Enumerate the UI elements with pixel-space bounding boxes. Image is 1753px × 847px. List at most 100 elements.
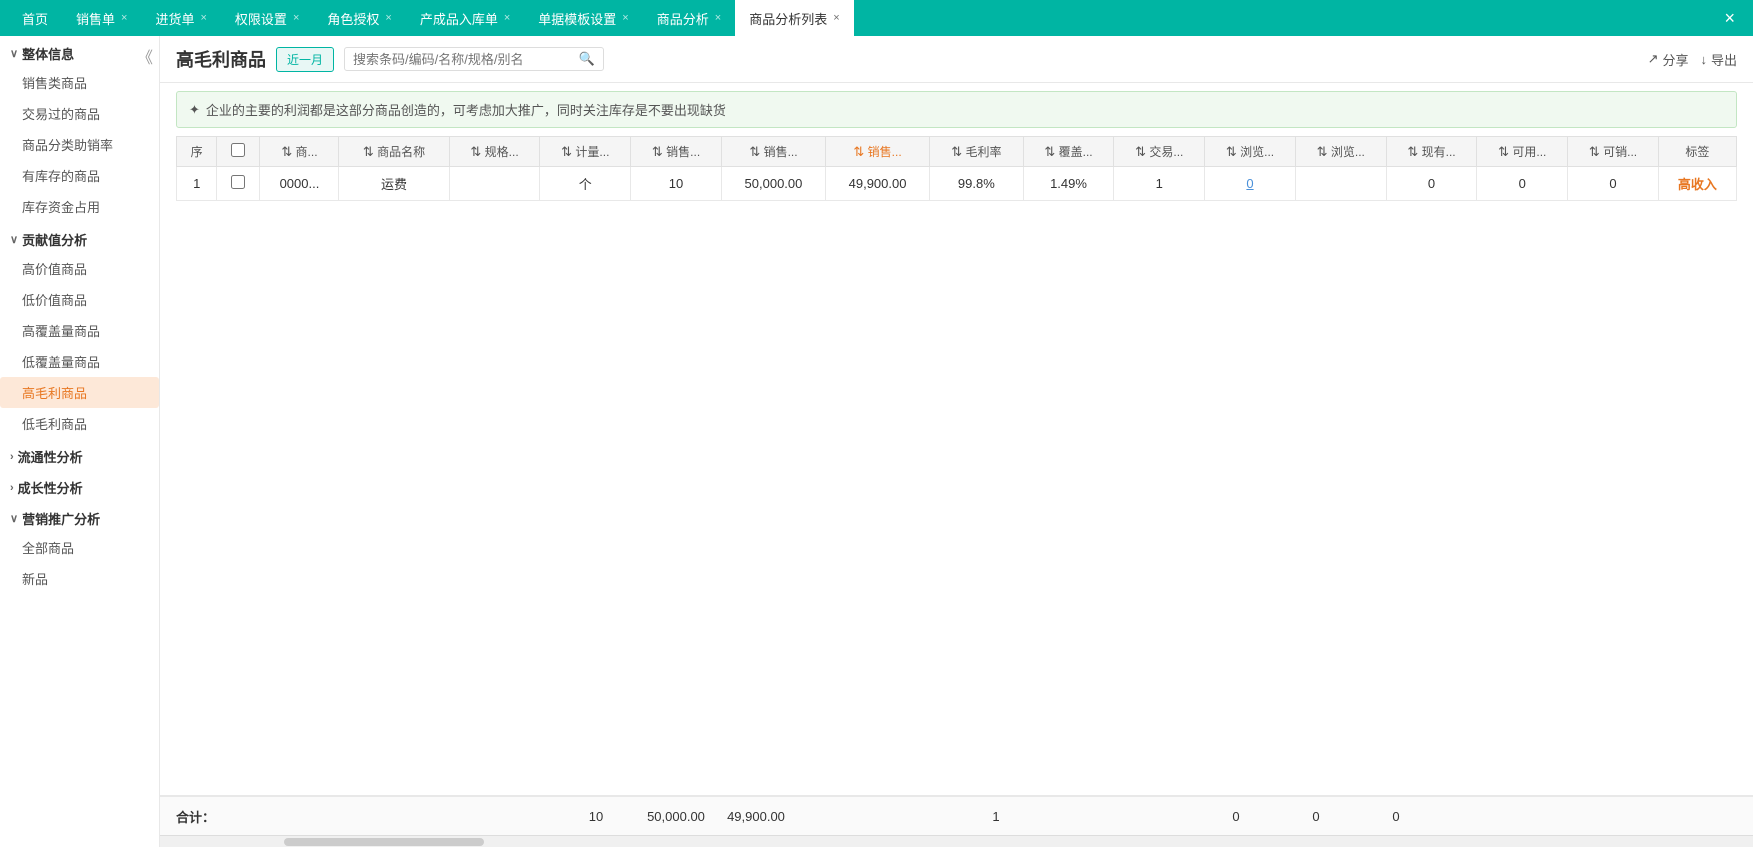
col-sort-qty-icon: ⇅ — [652, 144, 663, 159]
arrow-marketing: ∨ — [10, 512, 18, 525]
col-sort-view2-icon: ⇅ — [1317, 144, 1328, 159]
cell-view1[interactable]: 0 — [1205, 167, 1296, 201]
sidebar-item-low-margin[interactable]: 低毛利商品 — [0, 408, 159, 439]
select-all-checkbox[interactable] — [231, 143, 245, 157]
nav-roles[interactable]: 角色授权 × — [313, 0, 405, 36]
cell-sales-qty: 10 — [631, 167, 722, 201]
col-header-unit[interactable]: ⇅ 计量... — [540, 137, 631, 167]
footer-cells: 10 50,000.00 49,900.00 1 0 0 0 — [236, 809, 1737, 824]
col-header-stock-saleable[interactable]: ⇅ 可销... — [1568, 137, 1659, 167]
sidebar-item-stock-goods[interactable]: 有库存的商品 — [0, 160, 159, 191]
nav-product-analysis-list[interactable]: 商品分析列表 × — [735, 0, 853, 36]
content-area: 高毛利商品 近一月 🔍 ↗ 分享 ↓ 导出 ✦ 企业的主要的利润都是这部分商品创… — [160, 36, 1753, 847]
info-icon: ✦ — [189, 102, 200, 118]
col-header-coverage[interactable]: ⇅ 覆盖... — [1023, 137, 1114, 167]
close-all-tabs-button[interactable]: × — [1714, 8, 1745, 29]
col-header-spec[interactable]: ⇅ 规格... — [449, 137, 540, 167]
footer-sales-amount: 50,000.00 — [636, 809, 716, 824]
close-product-analysis-tab[interactable]: × — [715, 12, 721, 24]
sidebar-item-category-rate[interactable]: 商品分类助销率 — [0, 129, 159, 160]
close-template-tab[interactable]: × — [622, 12, 628, 24]
col-header-sales-profit[interactable]: ⇅ 销售... — [826, 137, 930, 167]
footer-coverage — [876, 809, 956, 824]
share-button[interactable]: ↗ 分享 — [1648, 50, 1689, 69]
sidebar-collapse-button[interactable]: 《 — [137, 44, 153, 68]
col-sort-spec-icon: ⇅ — [470, 144, 481, 159]
close-sales-tab[interactable]: × — [121, 12, 127, 24]
sidebar-item-high-margin[interactable]: 高毛利商品 — [0, 377, 159, 408]
cell-sales-profit: 49,900.00 — [826, 167, 930, 201]
export-icon: ↓ — [1700, 52, 1707, 67]
scrollbar-thumb[interactable] — [284, 838, 484, 846]
arrow-contribution: ∨ — [10, 233, 18, 246]
sidebar-item-traded-goods[interactable]: 交易过的商品 — [0, 98, 159, 129]
info-bar: ✦ 企业的主要的利润都是这部分商品创造的，可考虑加大推广，同时关注库存是不要出现… — [176, 91, 1737, 128]
nav-permissions[interactable]: 权限设置 × — [221, 0, 313, 36]
close-permissions-tab[interactable]: × — [293, 12, 299, 24]
search-input[interactable] — [353, 52, 579, 67]
sidebar-item-low-coverage[interactable]: 低覆盖量商品 — [0, 346, 159, 377]
sidebar-group-marketing[interactable]: ∨ 营销推广分析 — [0, 501, 159, 532]
arrow-growth: › — [10, 482, 14, 494]
col-header-sales-amount[interactable]: ⇅ 销售... — [721, 137, 825, 167]
nav-purchase[interactable]: 进货单 × — [141, 0, 220, 36]
sidebar-item-high-value[interactable]: 高价值商品 — [0, 253, 159, 284]
cell-margin-rate: 99.8% — [930, 167, 1024, 201]
bottom-scrollbar[interactable] — [160, 835, 1753, 847]
close-product-analysis-list-tab[interactable]: × — [833, 12, 839, 24]
col-header-margin[interactable]: ⇅ 毛利率 — [930, 137, 1024, 167]
col-sort-amount-icon: ⇅ — [749, 144, 760, 159]
footer-row: 合计： 10 50,000.00 49,900.00 1 0 0 0 — [160, 795, 1753, 835]
footer-margin — [796, 809, 876, 824]
view1-link[interactable]: 0 — [1246, 176, 1253, 191]
col-header-view2[interactable]: ⇅ 浏览... — [1295, 137, 1386, 167]
nav-template[interactable]: 单据模板设置 × — [524, 0, 642, 36]
footer-spacer1 — [236, 809, 316, 824]
filter-recent-month-button[interactable]: 近一月 — [276, 47, 334, 72]
close-roles-tab[interactable]: × — [385, 12, 391, 24]
col-sort-sale-icon: ⇅ — [1589, 144, 1600, 159]
row-checkbox[interactable] — [231, 175, 245, 189]
sidebar-item-stock-capital[interactable]: 库存资金占用 — [0, 191, 159, 222]
col-header-name[interactable]: ⇅ 商品名称 — [339, 137, 449, 167]
col-sort-unit-icon: ⇅ — [561, 144, 572, 159]
export-button[interactable]: ↓ 导出 — [1700, 50, 1737, 69]
sidebar-item-high-coverage[interactable]: 高覆盖量商品 — [0, 315, 159, 346]
footer-transaction: 1 — [956, 809, 1036, 824]
cell-check[interactable] — [217, 167, 260, 201]
cell-unit: 个 — [540, 167, 631, 201]
sidebar-item-new-goods[interactable]: 新品 — [0, 563, 159, 594]
cell-coverage: 1.49% — [1023, 167, 1114, 201]
search-icon[interactable]: 🔍 — [579, 51, 595, 67]
sidebar-item-sales-goods[interactable]: 销售类商品 — [0, 67, 159, 98]
close-product-entry-tab[interactable]: × — [504, 12, 510, 24]
nav-product-analysis[interactable]: 商品分析 × — [643, 0, 735, 36]
footer-view2 — [1116, 809, 1196, 824]
close-purchase-tab[interactable]: × — [200, 12, 206, 24]
sidebar-group-growth[interactable]: › 成长性分析 — [0, 470, 159, 501]
footer-sales-profit: 49,900.00 — [716, 809, 796, 824]
table-wrapper[interactable]: 序 ⇅ 商... ⇅ 商品名称 ⇅ 规格... — [160, 136, 1753, 795]
sidebar-item-all-goods[interactable]: 全部商品 — [0, 532, 159, 563]
sidebar-group-overall[interactable]: ∨ 整体信息 — [0, 36, 159, 67]
col-header-stock-current[interactable]: ⇅ 现有... — [1386, 137, 1477, 167]
nav-home[interactable]: 首页 — [8, 0, 62, 36]
col-header-view1[interactable]: ⇅ 浏览... — [1205, 137, 1296, 167]
col-sort-icon: ⇅ — [281, 144, 292, 159]
sidebar-group-liquidity[interactable]: › 流通性分析 — [0, 439, 159, 470]
col-header-code[interactable]: ⇅ 商... — [260, 137, 339, 167]
sidebar-group-contribution[interactable]: ∨ 贡献值分析 — [0, 222, 159, 253]
cell-index: 1 — [177, 167, 217, 201]
col-header-transaction[interactable]: ⇅ 交易... — [1114, 137, 1205, 167]
footer-sales-qty: 10 — [556, 809, 636, 824]
top-nav: 首页 销售单 × 进货单 × 权限设置 × 角色授权 × 产成品入库单 × 单据… — [0, 0, 1753, 36]
cell-code: 0000... — [260, 167, 339, 201]
footer-stock-current: 0 — [1196, 809, 1276, 824]
col-sort-view1-icon: ⇅ — [1226, 144, 1237, 159]
sidebar-item-low-value[interactable]: 低价值商品 — [0, 284, 159, 315]
col-header-sales-qty[interactable]: ⇅ 销售... — [631, 137, 722, 167]
nav-product-entry[interactable]: 产成品入库单 × — [406, 0, 524, 36]
nav-sales[interactable]: 销售单 × — [62, 0, 141, 36]
col-header-stock-available[interactable]: ⇅ 可用... — [1477, 137, 1568, 167]
search-box: 🔍 — [344, 47, 604, 71]
